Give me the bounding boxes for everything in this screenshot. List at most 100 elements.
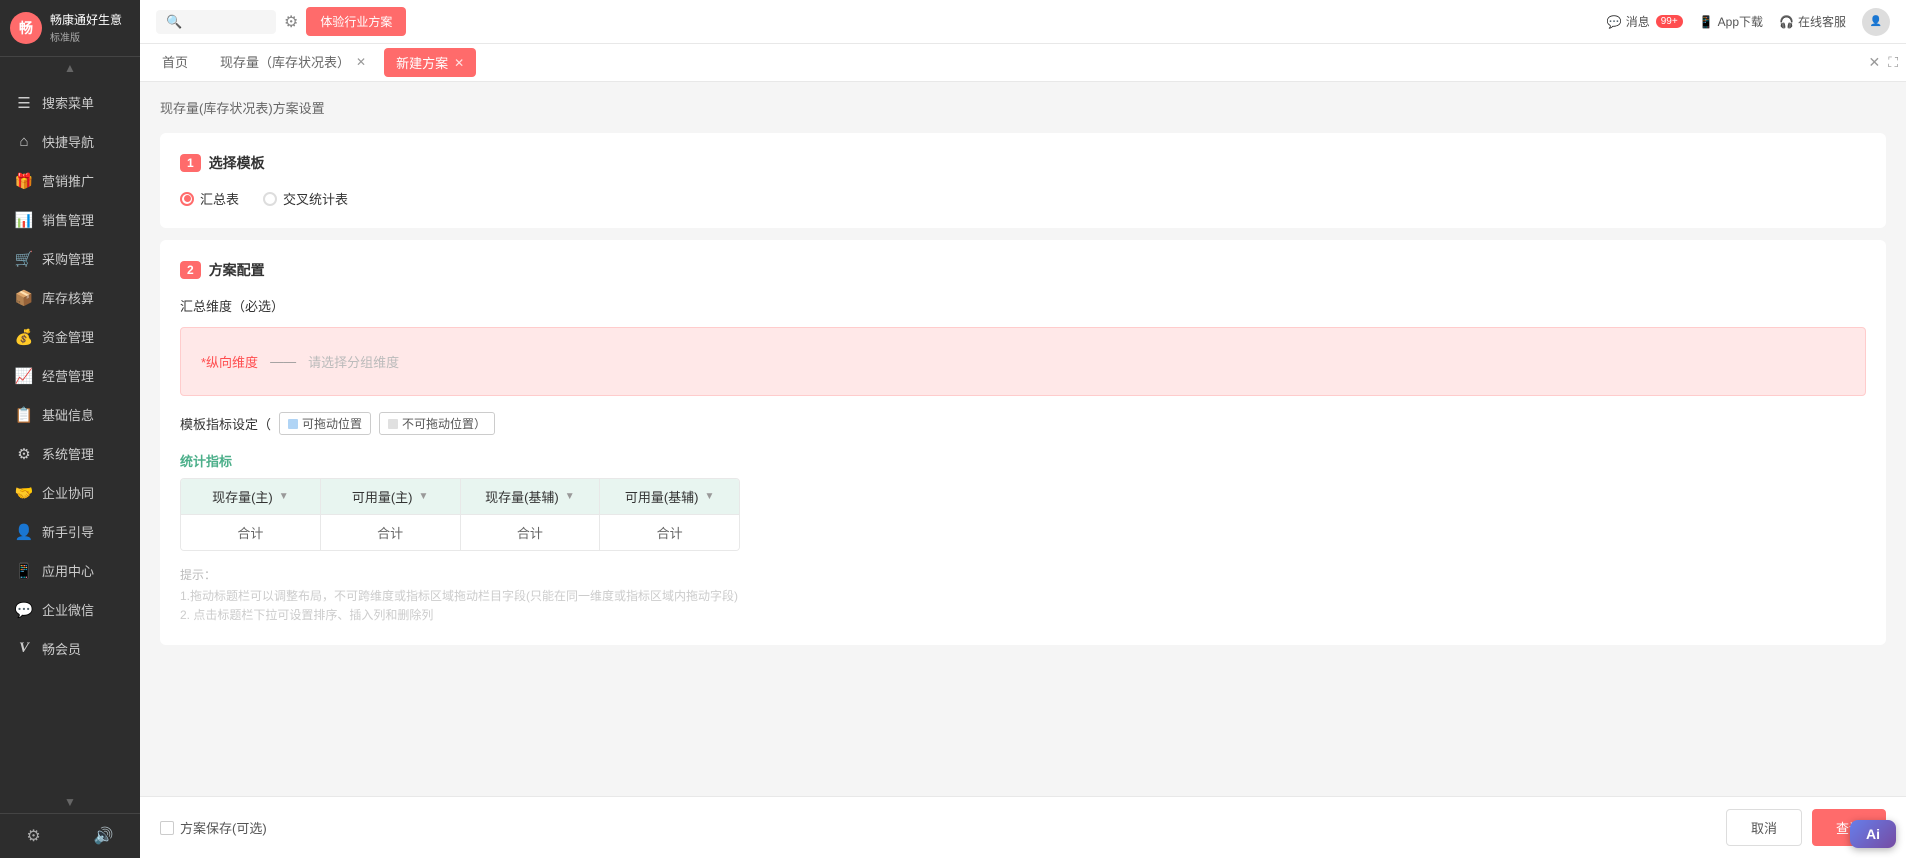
stats-col-0-chevron: ▼: [279, 491, 289, 502]
radio-summary-label: 汇总表: [200, 189, 239, 208]
section-template: 1 选择模板 汇总表 交叉统计表: [160, 133, 1886, 228]
stats-col-3-chevron: ▼: [705, 491, 715, 502]
messages-button[interactable]: 💬 消息 99+: [1607, 13, 1683, 30]
user-avatar[interactable]: 👤: [1862, 8, 1890, 36]
sidebar-item-wechat[interactable]: 💬 企业微信: [0, 590, 140, 629]
sidebar-item-apps[interactable]: 📱 应用中心: [0, 551, 140, 590]
sidebar-item-label: 经营管理: [42, 366, 94, 385]
sidebar-item-label: 快捷导航: [42, 132, 94, 151]
sidebar-item-shortcut[interactable]: ⌂ 快捷导航: [0, 122, 140, 161]
main-area: 🔍 ⚙ 体验行业方案 💬 消息 99+ 📱 App下载 🎧 在线客服 👤: [140, 0, 1906, 858]
stats-col-2-label: 现存量(基辅): [485, 487, 559, 506]
tabs-bar: 首页 现存量（库存状况表） ✕ 新建方案 ✕ ✕ ⛶: [140, 44, 1906, 82]
tab-inventory-status-label: 现存量（库存状况表）: [220, 52, 350, 71]
search-input[interactable]: [186, 15, 246, 29]
handshake-icon: 🤝: [14, 484, 34, 502]
step1-badge: 1: [180, 154, 201, 172]
sidebar-item-label: 新手引导: [42, 522, 94, 541]
online-service-button[interactable]: 🎧 在线客服: [1779, 13, 1846, 30]
sidebar-item-purchase[interactable]: 🛒 采购管理: [0, 239, 140, 278]
sidebar-item-label: 资金管理: [42, 327, 94, 346]
stats-col-1-label: 可用量(主): [352, 487, 413, 506]
step2-badge: 2: [180, 261, 201, 279]
stats-col-1[interactable]: 可用量(主) ▼: [321, 479, 461, 514]
tab-inventory-status-close[interactable]: ✕: [356, 55, 366, 69]
save-label: 方案保存(可选): [180, 818, 267, 837]
sidebar-scroll-down[interactable]: ▼: [64, 795, 76, 809]
cancel-button[interactable]: 取消: [1726, 809, 1802, 846]
dimension-box[interactable]: *纵向维度 —— 请选择分组维度: [180, 327, 1866, 396]
tab-home[interactable]: 首页: [148, 44, 202, 81]
stats-col-1-chevron: ▼: [419, 491, 429, 502]
stats-col-2-chevron: ▼: [565, 491, 575, 502]
radio-summary-dot: [180, 192, 194, 206]
chart-icon: 📊: [14, 211, 34, 229]
sidebar-item-label: 系统管理: [42, 444, 94, 463]
sidebar-item-search[interactable]: ☰ 搜索菜单: [0, 83, 140, 122]
settings-button[interactable]: ⚙: [18, 822, 48, 850]
sidebar-item-system[interactable]: ⚙ 系统管理: [0, 434, 140, 473]
stats-col-2[interactable]: 现存量(基辅) ▼: [461, 479, 601, 514]
sidebar-item-finance[interactable]: 💰 资金管理: [0, 317, 140, 356]
sidebar-item-marketing[interactable]: 🎁 营销推广: [0, 161, 140, 200]
stats-row-0: 合计 合计 合计 合计: [181, 514, 739, 550]
hint-item-0: 1.拖动标题栏可以调整布局，不可跨维度或指标区域拖动栏目字段(只能在同一维度或指…: [180, 587, 1866, 604]
hint-title: 提示：: [180, 566, 1866, 583]
trial-button[interactable]: 体验行业方案: [306, 7, 406, 36]
search-menu-icon: ☰: [14, 94, 34, 112]
non-draggable-dot: [388, 419, 398, 429]
tab-expand-icon[interactable]: ⛶: [1888, 54, 1898, 71]
avatar-placeholder: 👤: [1870, 16, 1882, 27]
speaker-button[interactable]: 🔊: [86, 822, 122, 850]
logo-name: 畅康通好生意: [50, 12, 122, 29]
sidebar-item-sales[interactable]: 📊 销售管理: [0, 200, 140, 239]
topbar: 🔍 ⚙ 体验行业方案 💬 消息 99+ 📱 App下载 🎧 在线客服 👤: [140, 0, 1906, 44]
tab-new-scheme-label: 新建方案: [396, 53, 448, 72]
draggable-label: 可拖动位置: [302, 415, 362, 432]
stats-col-0[interactable]: 现存量(主) ▼: [181, 479, 321, 514]
stats-col-3[interactable]: 可用量(基辅) ▼: [600, 479, 739, 514]
radio-cross[interactable]: 交叉统计表: [263, 189, 348, 208]
logo-icon: 畅: [10, 12, 42, 44]
sidebar-item-inventory[interactable]: 📦 库存核算: [0, 278, 140, 317]
section2-title: 方案配置: [209, 260, 265, 280]
sidebar-item-basic[interactable]: 📋 基础信息: [0, 395, 140, 434]
app-download-button[interactable]: 📱 App下载: [1699, 13, 1763, 30]
search-icon: 🔍: [166, 14, 182, 30]
sidebar: 畅 畅康通好生意 标准版 ▲ ☰ 搜索菜单 ⌂ 快捷导航 🎁 营销推广 📊 销售…: [0, 0, 140, 858]
ai-float-button[interactable]: Ai: [1850, 820, 1896, 848]
sidebar-item-operations[interactable]: 📈 经营管理: [0, 356, 140, 395]
sidebar-item-label: 销售管理: [42, 210, 94, 229]
tab-new-scheme-close[interactable]: ✕: [454, 56, 464, 70]
tab-minimize-icon[interactable]: ✕: [1868, 54, 1880, 71]
tab-inventory-status[interactable]: 现存量（库存状况表） ✕: [206, 44, 380, 81]
sidebar-bottom: ⚙ 🔊: [0, 813, 140, 858]
cart-icon: 🛒: [14, 250, 34, 268]
draggable-badge: 可拖动位置: [279, 412, 371, 435]
sidebar-item-label: 企业微信: [42, 600, 94, 619]
radio-cross-dot: [263, 192, 277, 206]
save-checkbox[interactable]: [160, 821, 174, 835]
gear-icon[interactable]: ⚙: [284, 12, 298, 32]
draggable-dot: [288, 419, 298, 429]
stats-title: 统计指标: [180, 451, 1866, 470]
sidebar-item-member[interactable]: V 畅会员: [0, 629, 140, 668]
stats-cell-0-3: 合计: [600, 515, 739, 550]
indicator-label-text: 模板指标设定（: [180, 414, 271, 433]
sidebar-item-cooperation[interactable]: 🤝 企业协同: [0, 473, 140, 512]
stats-col-3-label: 可用量(基辅): [625, 487, 699, 506]
stats-header: 现存量(主) ▼ 可用量(主) ▼ 现存量(基辅) ▼ 可用量(基辅): [181, 479, 739, 514]
box-icon: 📦: [14, 289, 34, 307]
stats-cell-0-2: 合计: [461, 515, 601, 550]
wechat-icon: 💬: [14, 601, 34, 619]
sidebar-item-newguide[interactable]: 👤 新手引导: [0, 512, 140, 551]
stats-col-0-label: 现存量(主): [212, 487, 273, 506]
search-area[interactable]: 🔍: [156, 10, 276, 34]
sidebar-logo: 畅 畅康通好生意 标准版: [0, 0, 140, 57]
radio-summary[interactable]: 汇总表: [180, 189, 239, 208]
section1-title: 选择模板: [209, 153, 265, 173]
sidebar-nav: ☰ 搜索菜单 ⌂ 快捷导航 🎁 营销推广 📊 销售管理 🛒 采购管理 📦 库存核…: [0, 79, 140, 791]
tab-new-scheme[interactable]: 新建方案 ✕: [384, 48, 476, 77]
sidebar-scroll-up[interactable]: ▲: [64, 61, 76, 75]
hint-item-1: 2. 点击标题栏下拉可设置排序、插入列和删除列: [180, 606, 1866, 623]
